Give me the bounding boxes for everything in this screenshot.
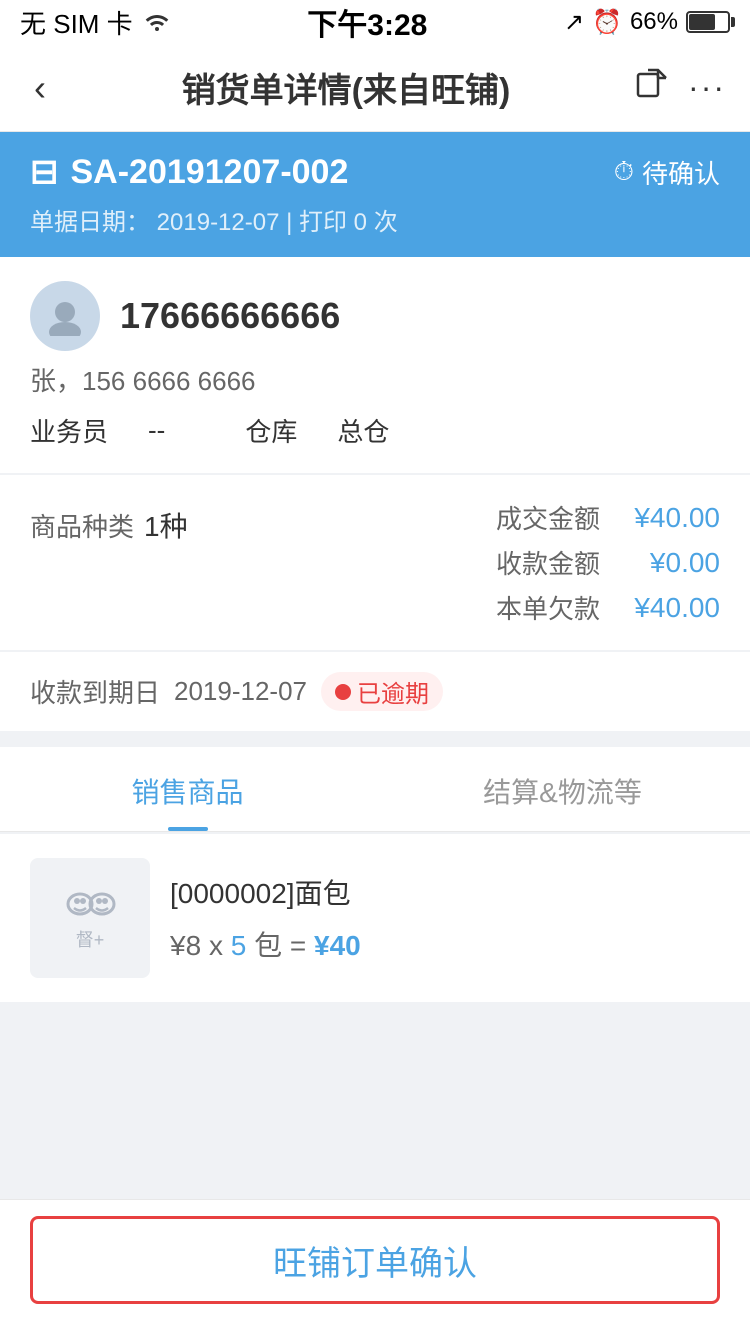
customer-name: 张，156 6666 6666 xyxy=(30,361,720,398)
product-info: [0000002]面包 ¥8 x 5 包 = ¥40 xyxy=(170,872,720,964)
received-value: ¥0.00 xyxy=(620,547,720,579)
due-date-label: 收款到期日 xyxy=(30,673,160,710)
overdue-label: 已逾期 xyxy=(357,674,429,709)
product-equals: = xyxy=(290,930,314,961)
warehouse-label: 仓库 xyxy=(245,412,297,449)
staff-value: -- xyxy=(148,415,165,446)
deal-label: 成交金额 xyxy=(496,499,600,536)
due-label: 本单欠款 xyxy=(496,589,600,626)
category-value: 1种 xyxy=(144,505,188,545)
share-icon[interactable] xyxy=(636,68,668,108)
product-price: ¥8 xyxy=(170,930,201,961)
status-bar: 无 SIM 卡 下午3:28 ↗ ⏰ 66% xyxy=(0,0,750,44)
order-id: ⊟ SA-20191207-002 xyxy=(30,152,348,192)
products-section: 督+ [0000002]面包 ¥8 x 5 包 = ¥40 xyxy=(0,834,750,1002)
product-qty: 5 xyxy=(231,930,247,961)
battery-percentage: 66% xyxy=(630,8,678,36)
customer-section: 17666666666 张，156 6666 6666 业务员 -- 仓库 总仓 xyxy=(0,257,750,473)
battery-icon xyxy=(686,11,730,33)
product-total: ¥40 xyxy=(314,930,361,961)
due-section: 收款到期日 2019-12-07 已逾期 xyxy=(0,652,750,731)
order-header: ⊟ SA-20191207-002 ⏱ 待确认 单据日期： 2019-12-07… xyxy=(0,132,750,257)
amounts-left: 商品种类 1种 xyxy=(30,499,188,545)
status-left: 无 SIM 卡 xyxy=(20,4,171,41)
due-date-value: 2019-12-07 xyxy=(174,676,307,707)
status-right: ↗ ⏰ 66% xyxy=(564,8,730,37)
back-button[interactable]: ‹ xyxy=(24,57,56,119)
customer-meta: 业务员 -- 仓库 总仓 xyxy=(30,412,720,449)
product-name: [0000002]面包 xyxy=(170,872,720,912)
product-thumbnail: 督+ xyxy=(30,858,150,978)
received-amount-row: 收款金额 ¥0.00 xyxy=(496,544,720,581)
amounts-right: 成交金额 ¥40.00 收款金额 ¥0.00 本单欠款 ¥40.00 xyxy=(496,499,720,626)
product-item: 督+ [0000002]面包 ¥8 x 5 包 = ¥40 xyxy=(30,858,720,978)
order-date-line: 单据日期： 2019-12-07 | 打印 0 次 xyxy=(30,202,720,237)
alarm-icon: ⏰ xyxy=(592,8,622,37)
status-clock-icon: ⏱ xyxy=(614,156,634,188)
page-title: 销货单详情(来自旺铺) xyxy=(182,63,511,112)
product-multiply: x xyxy=(209,930,231,961)
nav-actions: ··· xyxy=(636,68,726,108)
carrier-label: 无 SIM 卡 xyxy=(20,4,133,41)
order-status: ⏱ 待确认 xyxy=(614,154,720,191)
customer-phone: 17666666666 xyxy=(120,295,340,337)
overdue-dot-icon xyxy=(335,684,351,700)
nav-bar: ‹ 销货单详情(来自旺铺) ··· xyxy=(0,44,750,132)
product-price-line: ¥8 x 5 包 = ¥40 xyxy=(170,924,720,964)
tab-sales[interactable]: 销售商品 xyxy=(0,747,375,831)
bottom-space xyxy=(0,1002,750,1202)
location-icon: ↗ xyxy=(564,8,584,37)
received-label: 收款金额 xyxy=(496,544,600,581)
due-amount-row: 本单欠款 ¥40.00 xyxy=(496,589,720,626)
bottom-bar: 旺铺订单确认 xyxy=(0,1199,750,1334)
deal-value: ¥40.00 xyxy=(620,502,720,534)
overdue-badge: 已逾期 xyxy=(321,672,443,711)
confirm-order-button[interactable]: 旺铺订单确认 xyxy=(30,1216,720,1304)
tab-settle[interactable]: 结算&物流等 xyxy=(375,747,750,831)
product-thumb-label: 督+ xyxy=(76,926,105,952)
order-icon: ⊟ xyxy=(30,152,59,192)
deal-amount-row: 成交金额 ¥40.00 xyxy=(496,499,720,536)
category-label: 商品种类 xyxy=(30,507,134,544)
staff-label: 业务员 xyxy=(30,412,108,449)
amounts-section: 商品种类 1种 成交金额 ¥40.00 收款金额 ¥0.00 本单欠款 ¥40.… xyxy=(0,475,750,650)
avatar xyxy=(30,281,100,351)
status-time: 下午3:28 xyxy=(307,0,427,44)
tabs-section: 销售商品 结算&物流等 xyxy=(0,747,750,832)
product-unit: 包 xyxy=(254,930,282,961)
more-icon[interactable]: ··· xyxy=(688,69,726,106)
wifi-icon xyxy=(143,7,171,38)
warehouse-value: 总仓 xyxy=(337,412,389,449)
due-value: ¥40.00 xyxy=(620,592,720,624)
